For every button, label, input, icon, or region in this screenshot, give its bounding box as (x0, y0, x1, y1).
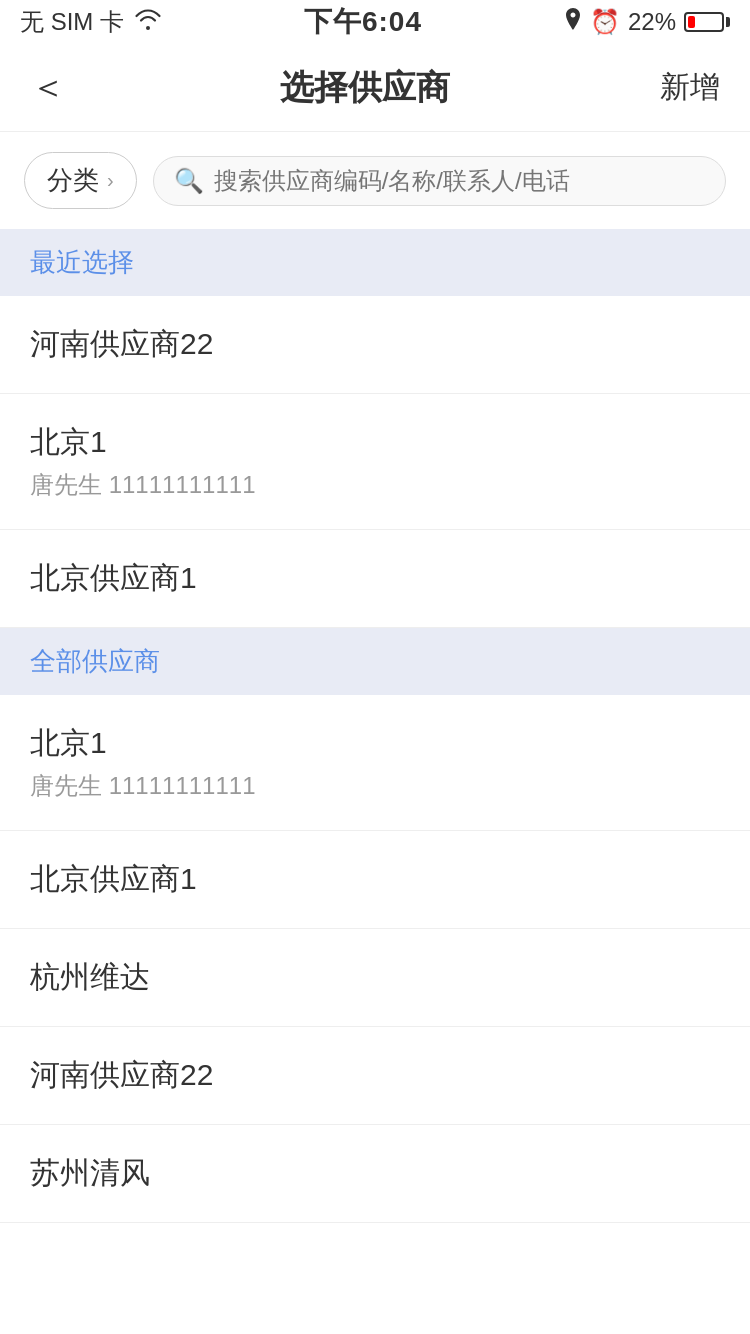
status-bar: 无 SIM 卡 下午6:04 ⏰ 22% (0, 0, 750, 44)
supplier-name: 河南供应商22 (30, 1055, 720, 1096)
search-icon: 🔍 (174, 167, 204, 195)
supplier-name: 河南供应商22 (30, 324, 720, 365)
supplier-contact: 唐先生 11111111111 (30, 469, 720, 501)
supplier-name: 北京1 (30, 723, 720, 764)
recent-section-label: 最近选择 (30, 247, 134, 277)
list-item[interactable]: 北京1 唐先生 11111111111 (0, 394, 750, 530)
battery-icon (684, 12, 730, 32)
search-box: 🔍 (153, 156, 726, 206)
list-item[interactable]: 苏州清风 (0, 1125, 750, 1223)
back-button[interactable]: ＜ (30, 63, 90, 112)
list-item[interactable]: 北京供应商1 (0, 530, 750, 628)
all-section-label: 全部供应商 (30, 646, 160, 676)
no-sim-text: 无 SIM 卡 (20, 6, 124, 38)
status-left: 无 SIM 卡 (20, 6, 162, 38)
nav-bar: ＜ 选择供应商 新增 (0, 44, 750, 132)
category-label: 分类 (47, 163, 99, 198)
supplier-name: 北京1 (30, 422, 720, 463)
location-icon (564, 8, 582, 36)
add-button[interactable]: 新增 (640, 67, 720, 108)
filter-bar: 分类 › 🔍 (0, 132, 750, 229)
wifi-icon (134, 8, 162, 36)
search-input[interactable] (214, 167, 705, 195)
category-button[interactable]: 分类 › (24, 152, 137, 209)
alarm-icon: ⏰ (590, 8, 620, 36)
battery-percent: 22% (628, 8, 676, 36)
list-item[interactable]: 北京1 唐先生 11111111111 (0, 695, 750, 831)
supplier-name: 苏州清风 (30, 1153, 720, 1194)
supplier-contact: 唐先生 11111111111 (30, 770, 720, 802)
supplier-name: 杭州维达 (30, 957, 720, 998)
list-item[interactable]: 河南供应商22 (0, 296, 750, 394)
recent-items-list: 河南供应商22 北京1 唐先生 11111111111 北京供应商1 (0, 296, 750, 628)
recent-section-header: 最近选择 (0, 229, 750, 296)
list-item[interactable]: 杭州维达 (0, 929, 750, 1027)
chevron-right-icon: › (107, 169, 114, 192)
page-title: 选择供应商 (90, 65, 640, 111)
status-time: 下午6:04 (304, 3, 422, 41)
supplier-name: 北京供应商1 (30, 859, 720, 900)
list-item[interactable]: 北京供应商1 (0, 831, 750, 929)
all-section-header: 全部供应商 (0, 628, 750, 695)
list-item[interactable]: 河南供应商22 (0, 1027, 750, 1125)
supplier-name: 北京供应商1 (30, 558, 720, 599)
status-right: ⏰ 22% (564, 8, 730, 36)
all-items-list: 北京1 唐先生 11111111111 北京供应商1 杭州维达河南供应商22 苏州清风 (0, 695, 750, 1223)
